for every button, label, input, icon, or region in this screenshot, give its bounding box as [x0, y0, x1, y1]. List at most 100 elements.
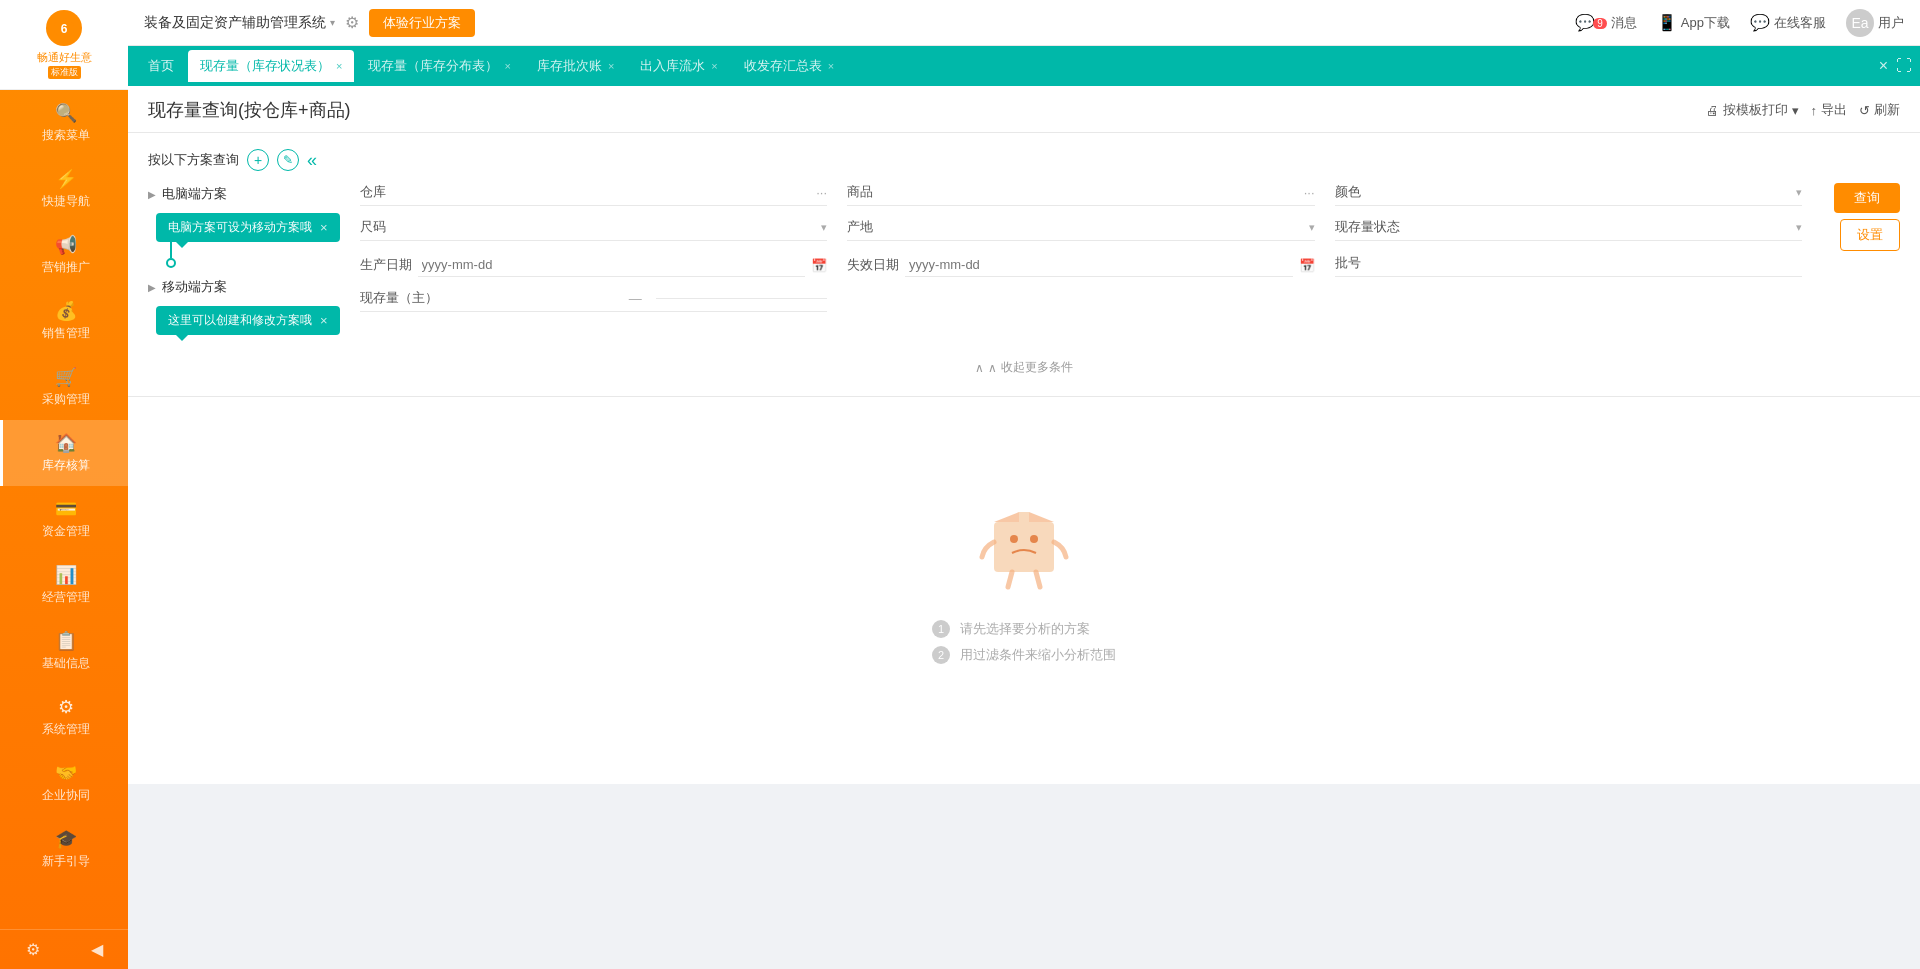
- expiry-date-input[interactable]: [905, 253, 1292, 277]
- message-badge: 9: [1593, 18, 1607, 29]
- basic-info-icon: 📋: [55, 630, 77, 652]
- sales-icon: 💰: [55, 300, 77, 322]
- sidebar-item-system-label: 系统管理: [42, 721, 90, 738]
- print-btn[interactable]: 🖨 按模板打印 ▾: [1706, 101, 1799, 119]
- filter-size: 尺码 ▾: [360, 218, 827, 241]
- app-logo-icon: 6: [46, 10, 82, 46]
- tab-close-all-icon[interactable]: ×: [1879, 57, 1888, 75]
- warehouse-dots[interactable]: ···: [816, 185, 827, 200]
- filter-back-btn[interactable]: «: [307, 150, 317, 171]
- tab-close-3[interactable]: ×: [608, 60, 614, 72]
- system-settings-icon[interactable]: ⚙: [345, 13, 359, 32]
- export-label: 导出: [1821, 101, 1847, 119]
- sidebar-item-quick-nav-label: 快捷导航: [42, 193, 90, 210]
- tab-close-1[interactable]: ×: [336, 60, 342, 72]
- stock-status-arrow-icon[interactable]: ▾: [1796, 221, 1802, 234]
- step1-num: 1: [932, 620, 950, 638]
- tab-inout-flow[interactable]: 出入库流水 ×: [628, 50, 729, 82]
- expiry-date-calendar-icon[interactable]: 📅: [1299, 258, 1315, 273]
- tab-home[interactable]: 首页: [136, 57, 186, 75]
- tooltip-mobile-text: 电脑方案可设为移动方案哦 ×: [156, 213, 340, 242]
- sidebar-item-inventory[interactable]: 🏠 库存核算: [0, 420, 128, 486]
- filter-expiry-date: 失效日期 📅: [847, 253, 1314, 277]
- page-title-row: 现存量查询(按仓库+商品) 🖨 按模板打印 ▾ ↑ 导出 ↺ 刷新: [148, 98, 1900, 132]
- scheme-group-desktop-header[interactable]: ▶ 电脑端方案: [148, 183, 340, 205]
- step2-num: 2: [932, 646, 950, 664]
- tab-close-5[interactable]: ×: [828, 60, 834, 72]
- sidebar-item-search[interactable]: 🔍 搜索菜单: [0, 90, 128, 156]
- production-date-label: 生产日期: [360, 256, 412, 274]
- sidebar-item-purchase-label: 采购管理: [42, 391, 90, 408]
- tooltip-create-close[interactable]: ×: [320, 313, 328, 328]
- sidebar-item-system[interactable]: ⚙ 系统管理: [0, 684, 128, 750]
- empty-step-2: 2 用过滤条件来缩小分析范围: [932, 646, 1116, 664]
- tab-receive-summary[interactable]: 收发存汇总表 ×: [732, 50, 846, 82]
- plus-icon: +: [254, 152, 262, 168]
- filter-right-area: 仓库 ··· 商品 ···: [360, 183, 1802, 320]
- sidebar-item-operations[interactable]: 📊 经营管理: [0, 552, 128, 618]
- sidebar-item-purchase[interactable]: 🛒 采购管理: [0, 354, 128, 420]
- tab-close-2[interactable]: ×: [504, 60, 510, 72]
- query-action-area: 查询 设置: [1834, 183, 1900, 251]
- filter-add-btn[interactable]: +: [247, 149, 269, 171]
- online-support-action[interactable]: 💬 在线客服: [1750, 13, 1826, 32]
- sidebar-collapse-btn[interactable]: ◀: [91, 940, 103, 959]
- tab-maximize-icon[interactable]: ⛶: [1896, 57, 1912, 75]
- industry-btn[interactable]: 体验行业方案: [369, 9, 475, 37]
- size-arrow-icon[interactable]: ▾: [821, 221, 827, 234]
- sidebar-item-marketing[interactable]: 📢 营销推广: [0, 222, 128, 288]
- app-download-action[interactable]: 📱 App下载: [1657, 13, 1730, 32]
- system-name-select[interactable]: 装备及固定资产辅助管理系统 ▾: [144, 14, 335, 32]
- sidebar-item-operations-label: 经营管理: [42, 589, 90, 606]
- export-icon: ↑: [1811, 103, 1818, 118]
- size-label: 尺码: [360, 218, 386, 236]
- filter-edit-btn[interactable]: ✎: [277, 149, 299, 171]
- message-action[interactable]: 💬 9 消息: [1575, 13, 1637, 32]
- collapse-btn[interactable]: ∧ ∧ 收起更多条件: [148, 359, 1900, 376]
- export-btn[interactable]: ↑ 导出: [1811, 101, 1848, 119]
- tab-inventory-distribution[interactable]: 现存量（库存分布表） ×: [356, 50, 522, 82]
- scheme-group-mobile-header[interactable]: ▶ 移动端方案: [148, 276, 340, 298]
- sidebar-settings-btn[interactable]: ⚙: [26, 940, 40, 959]
- sidebar: 6 畅通好生意 标准版 🔍 搜索菜单 ⚡ 快捷导航 📢 营销推广 💰 销售管理 …: [0, 0, 128, 969]
- edit-icon: ✎: [283, 153, 293, 167]
- origin-label: 产地: [847, 218, 873, 236]
- header-right: 💬 9 消息 📱 App下载 💬 在线客服 Ea 用户: [1575, 9, 1904, 37]
- app-tag: 标准版: [48, 66, 81, 79]
- filter-warehouse: 仓库 ···: [360, 183, 827, 206]
- inventory-icon: 🏠: [55, 432, 77, 454]
- filter-label-text: 按以下方案查询: [148, 151, 239, 169]
- scheme-group-mobile: ▶ 移动端方案: [148, 276, 340, 298]
- svg-point-4: [1010, 535, 1018, 543]
- tooltip-add-text: 电脑方案可设为移动方案哦: [168, 219, 312, 236]
- sidebar-item-quick-nav[interactable]: ⚡ 快捷导航: [0, 156, 128, 222]
- sidebar-item-finance[interactable]: 💳 资金管理: [0, 486, 128, 552]
- production-date-input[interactable]: [418, 253, 805, 277]
- tab-bar-right: × ⛶: [1879, 57, 1912, 75]
- sidebar-nav: 🔍 搜索菜单 ⚡ 快捷导航 📢 营销推广 💰 销售管理 🛒 采购管理 🏠 库存核…: [0, 90, 128, 929]
- sidebar-item-guide[interactable]: 🎓 新手引导: [0, 816, 128, 882]
- scheme-panel: ▶ 电脑端方案 电脑方案可设为移动方案哦 ×: [148, 183, 340, 335]
- tab-close-4[interactable]: ×: [711, 60, 717, 72]
- print-icon: 🖨: [1706, 103, 1719, 118]
- message-label: 消息: [1611, 14, 1637, 32]
- goods-dots[interactable]: ···: [1304, 185, 1315, 200]
- color-arrow-icon[interactable]: ▾: [1796, 186, 1802, 199]
- sidebar-item-enterprise[interactable]: 🤝 企业协同: [0, 750, 128, 816]
- svg-text:6: 6: [61, 22, 68, 36]
- query-btn[interactable]: 查询: [1834, 183, 1900, 213]
- app-download-label: App下载: [1681, 14, 1730, 32]
- tooltip-create-text: 这里可以创建和修改方案哦 ×: [156, 306, 340, 335]
- tab-inventory-status[interactable]: 现存量（库存状况表） ×: [188, 50, 354, 82]
- tab-batch-account[interactable]: 库存批次账 ×: [525, 50, 626, 82]
- origin-arrow-icon[interactable]: ▾: [1309, 221, 1315, 234]
- sidebar-item-basic-info[interactable]: 📋 基础信息: [0, 618, 128, 684]
- user-action[interactable]: Ea 用户: [1846, 9, 1904, 37]
- production-date-calendar-icon[interactable]: 📅: [811, 258, 827, 273]
- tooltip-add-close[interactable]: ×: [320, 220, 328, 235]
- refresh-btn[interactable]: ↺ 刷新: [1859, 101, 1900, 119]
- sidebar-item-marketing-label: 营销推广: [42, 259, 90, 276]
- tab-batch-account-label: 库存批次账: [537, 57, 602, 75]
- sidebar-item-sales[interactable]: 💰 销售管理: [0, 288, 128, 354]
- reset-btn[interactable]: 设置: [1840, 219, 1900, 251]
